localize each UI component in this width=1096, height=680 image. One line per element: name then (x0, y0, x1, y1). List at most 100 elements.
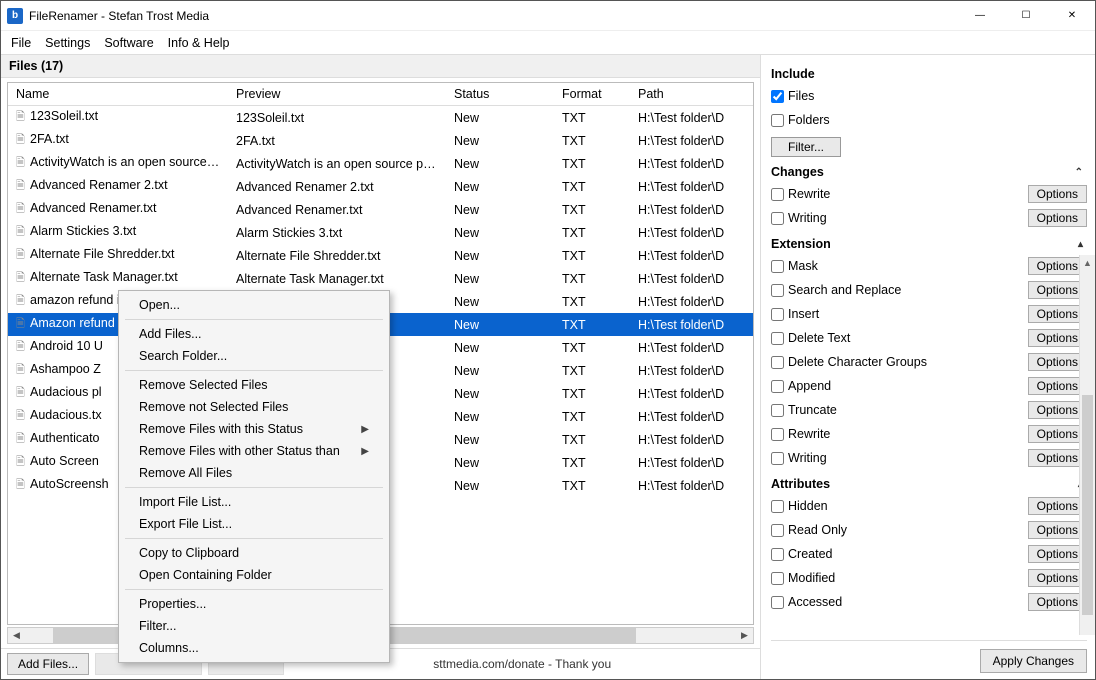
cell-format: TXT (554, 474, 630, 497)
ctx-remove-selected[interactable]: Remove Selected Files (121, 374, 387, 396)
app-icon: b (7, 8, 23, 24)
scroll-right-icon[interactable]: ▶ (736, 628, 753, 643)
ext-truncate-checkbox[interactable] (771, 404, 784, 417)
cell-status: New (446, 428, 554, 451)
maximize-button[interactable]: ☐ (1003, 1, 1049, 31)
cell-format: TXT (554, 129, 630, 152)
extension-collapse-icon[interactable]: ▴ (1078, 239, 1087, 250)
include-files-label: Files (788, 89, 1087, 103)
ctx-remove-not-selected[interactable]: Remove not Selected Files (121, 396, 387, 418)
attr-hidden-checkbox[interactable] (771, 500, 784, 513)
add-files-button[interactable]: Add Files... (7, 653, 89, 675)
apply-changes-button[interactable]: Apply Changes (980, 649, 1087, 673)
cell-path: H:\Test folder\D (630, 175, 753, 198)
ext-insert-checkbox[interactable] (771, 308, 784, 321)
extension-section-title: Extension▴ (771, 237, 1087, 251)
cell-path: H:\Test folder\D (630, 405, 753, 428)
cell-format: TXT (554, 290, 630, 313)
ext-writing-checkbox[interactable] (771, 452, 784, 465)
cell-path: H:\Test folder\D (630, 382, 753, 405)
changes-collapse-icon[interactable]: ⌃ (1075, 167, 1087, 178)
ctx-filter[interactable]: Filter... (121, 615, 387, 637)
ctx-open-containing[interactable]: Open Containing Folder (121, 564, 387, 586)
scroll-up-icon[interactable]: ▲ (1080, 255, 1095, 271)
cell-format: TXT (554, 336, 630, 359)
titlebar: b FileRenamer - Stefan Trost Media — ☐ ✕ (1, 1, 1095, 31)
ext-search-replace-checkbox[interactable] (771, 284, 784, 297)
cell-format: TXT (554, 152, 630, 175)
changes-writing-options[interactable]: Options (1028, 209, 1087, 227)
cell-status: New (446, 244, 554, 267)
cell-path: H:\Test folder\D (630, 313, 753, 336)
cell-format: TXT (554, 244, 630, 267)
cell-path: H:\Test folder\D (630, 451, 753, 474)
menu-software[interactable]: Software (104, 36, 153, 50)
ctx-import-list[interactable]: Import File List... (121, 491, 387, 513)
filter-button[interactable]: Filter... (771, 137, 841, 157)
changes-rewrite-checkbox[interactable] (771, 188, 784, 201)
col-status[interactable]: Status (446, 83, 554, 106)
cell-format: TXT (554, 428, 630, 451)
table-row[interactable]: ActivityWatch is an open source pr...Act… (8, 152, 753, 175)
cell-name: 2FA.txt (8, 129, 228, 152)
cell-path: H:\Test folder\D (630, 221, 753, 244)
table-row[interactable]: Advanced Renamer 2.txtAdvanced Renamer 2… (8, 175, 753, 198)
ctx-properties[interactable]: Properties... (121, 593, 387, 615)
attr-created-checkbox[interactable] (771, 548, 784, 561)
cell-path: H:\Test folder\D (630, 198, 753, 221)
menu-info-help[interactable]: Info & Help (168, 36, 230, 50)
changes-rewrite-options[interactable]: Options (1028, 185, 1087, 203)
menu-settings[interactable]: Settings (45, 36, 90, 50)
cell-path: H:\Test folder\D (630, 267, 753, 290)
cell-path: H:\Test folder\D (630, 244, 753, 267)
col-format[interactable]: Format (554, 83, 630, 106)
cell-name: Alternate File Shredder.txt (8, 244, 228, 267)
include-files-checkbox[interactable] (771, 90, 784, 103)
attr-accessed-checkbox[interactable] (771, 596, 784, 609)
ctx-open[interactable]: Open... (121, 294, 387, 316)
ext-delete-char-groups-checkbox[interactable] (771, 356, 784, 369)
ext-delete-text-checkbox[interactable] (771, 332, 784, 345)
ctx-remove-all[interactable]: Remove All Files (121, 462, 387, 484)
table-row[interactable]: 2FA.txt2FA.txtNewTXTH:\Test folder\D (8, 129, 753, 152)
cell-path: H:\Test folder\D (630, 359, 753, 382)
cell-format: TXT (554, 267, 630, 290)
ctx-add-files[interactable]: Add Files... (121, 323, 387, 345)
attr-modified-checkbox[interactable] (771, 572, 784, 585)
scroll-left-icon[interactable]: ◀ (8, 628, 25, 643)
ctx-remove-with-status[interactable]: Remove Files with this Status▶ (121, 418, 387, 440)
cell-preview: Alarm Stickies 3.txt (228, 221, 446, 244)
table-row[interactable]: Alarm Stickies 3.txtAlarm Stickies 3.txt… (8, 221, 753, 244)
window-title: FileRenamer - Stefan Trost Media (29, 9, 209, 23)
ctx-search-folder[interactable]: Search Folder... (121, 345, 387, 367)
cell-format: TXT (554, 198, 630, 221)
cell-format: TXT (554, 451, 630, 474)
ctx-export-list[interactable]: Export File List... (121, 513, 387, 535)
ctx-remove-other-status[interactable]: Remove Files with other Status than▶ (121, 440, 387, 462)
ctx-copy-clipboard[interactable]: Copy to Clipboard (121, 542, 387, 564)
col-path[interactable]: Path (630, 83, 753, 106)
col-name[interactable]: Name (8, 83, 228, 106)
changes-writing-checkbox[interactable] (771, 212, 784, 225)
menu-file[interactable]: File (11, 36, 31, 50)
cell-status: New (446, 221, 554, 244)
ext-rewrite-checkbox[interactable] (771, 428, 784, 441)
minimize-button[interactable]: — (957, 1, 1003, 31)
col-preview[interactable]: Preview (228, 83, 446, 106)
table-row[interactable]: 123Soleil.txt123Soleil.txtNewTXTH:\Test … (8, 106, 753, 130)
vertical-scrollbar[interactable]: ▲ (1079, 255, 1095, 635)
cell-name: Alarm Stickies 3.txt (8, 221, 228, 244)
cell-preview: Advanced Renamer 2.txt (228, 175, 446, 198)
cell-path: H:\Test folder\D (630, 474, 753, 497)
ext-append-checkbox[interactable] (771, 380, 784, 393)
table-row[interactable]: Alternate Task Manager.txtAlternate Task… (8, 267, 753, 290)
cell-format: TXT (554, 221, 630, 244)
ctx-columns[interactable]: Columns... (121, 637, 387, 659)
table-row[interactable]: Alternate File Shredder.txtAlternate Fil… (8, 244, 753, 267)
close-button[interactable]: ✕ (1049, 1, 1095, 31)
table-row[interactable]: Advanced Renamer.txtAdvanced Renamer.txt… (8, 198, 753, 221)
include-folders-checkbox[interactable] (771, 114, 784, 127)
attr-read-only-checkbox[interactable] (771, 524, 784, 537)
ext-mask-checkbox[interactable] (771, 260, 784, 273)
cell-preview: Alternate File Shredder.txt (228, 244, 446, 267)
